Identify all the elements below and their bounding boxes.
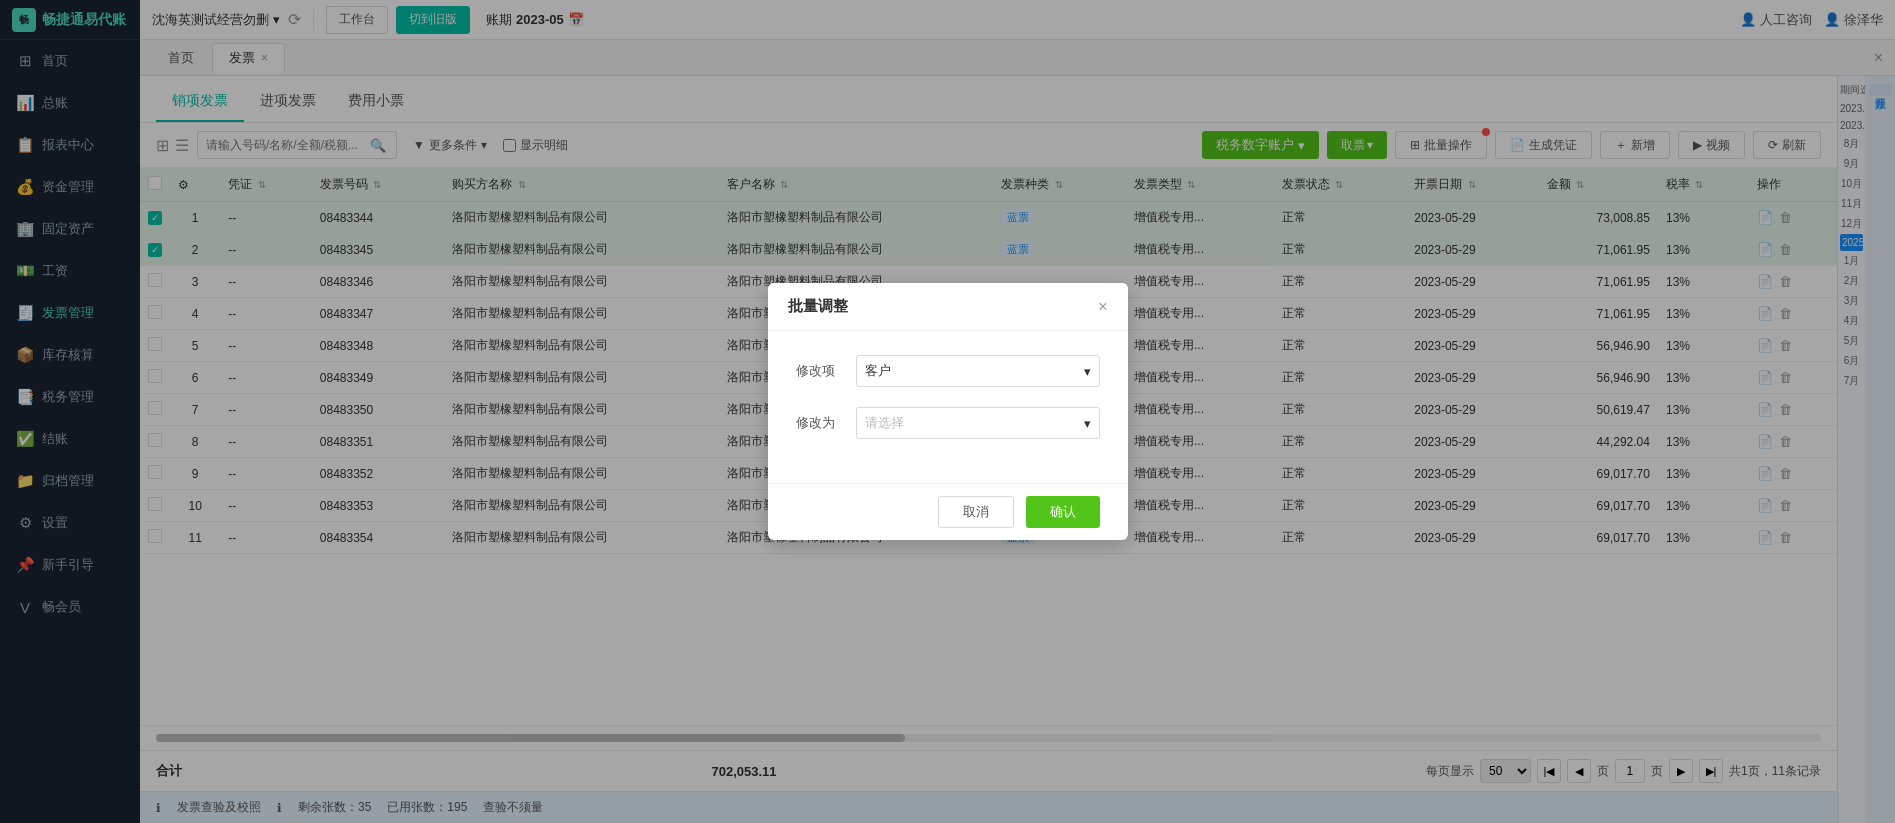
modal-header: 批量调整 × [768,283,1128,331]
field-select-value: 客户 [865,362,891,380]
cancel-button[interactable]: 取消 [938,496,1014,528]
modal-overlay: 批量调整 × 修改项 客户 ▾ 修改为 请选择 ▾ 取消 确认 [0,0,1895,823]
batch-adjust-modal: 批量调整 × 修改项 客户 ▾ 修改为 请选择 ▾ 取消 确认 [768,283,1128,540]
modal-close-button[interactable]: × [1098,298,1107,316]
field-select-arrow: ▾ [1084,364,1091,379]
value-select[interactable]: 请选择 ▾ [856,407,1100,439]
form-row-value: 修改为 请选择 ▾ [796,407,1100,439]
value-select-placeholder: 请选择 [865,414,904,432]
confirm-button[interactable]: 确认 [1026,496,1100,528]
modal-title: 批量调整 [788,297,848,316]
field-select[interactable]: 客户 ▾ [856,355,1100,387]
modal-footer: 取消 确认 [768,483,1128,540]
form-row-field: 修改项 客户 ▾ [796,355,1100,387]
value-label: 修改为 [796,414,856,432]
modal-body: 修改项 客户 ▾ 修改为 请选择 ▾ [768,331,1128,483]
value-select-arrow: ▾ [1084,416,1091,431]
field-label: 修改项 [796,362,856,380]
